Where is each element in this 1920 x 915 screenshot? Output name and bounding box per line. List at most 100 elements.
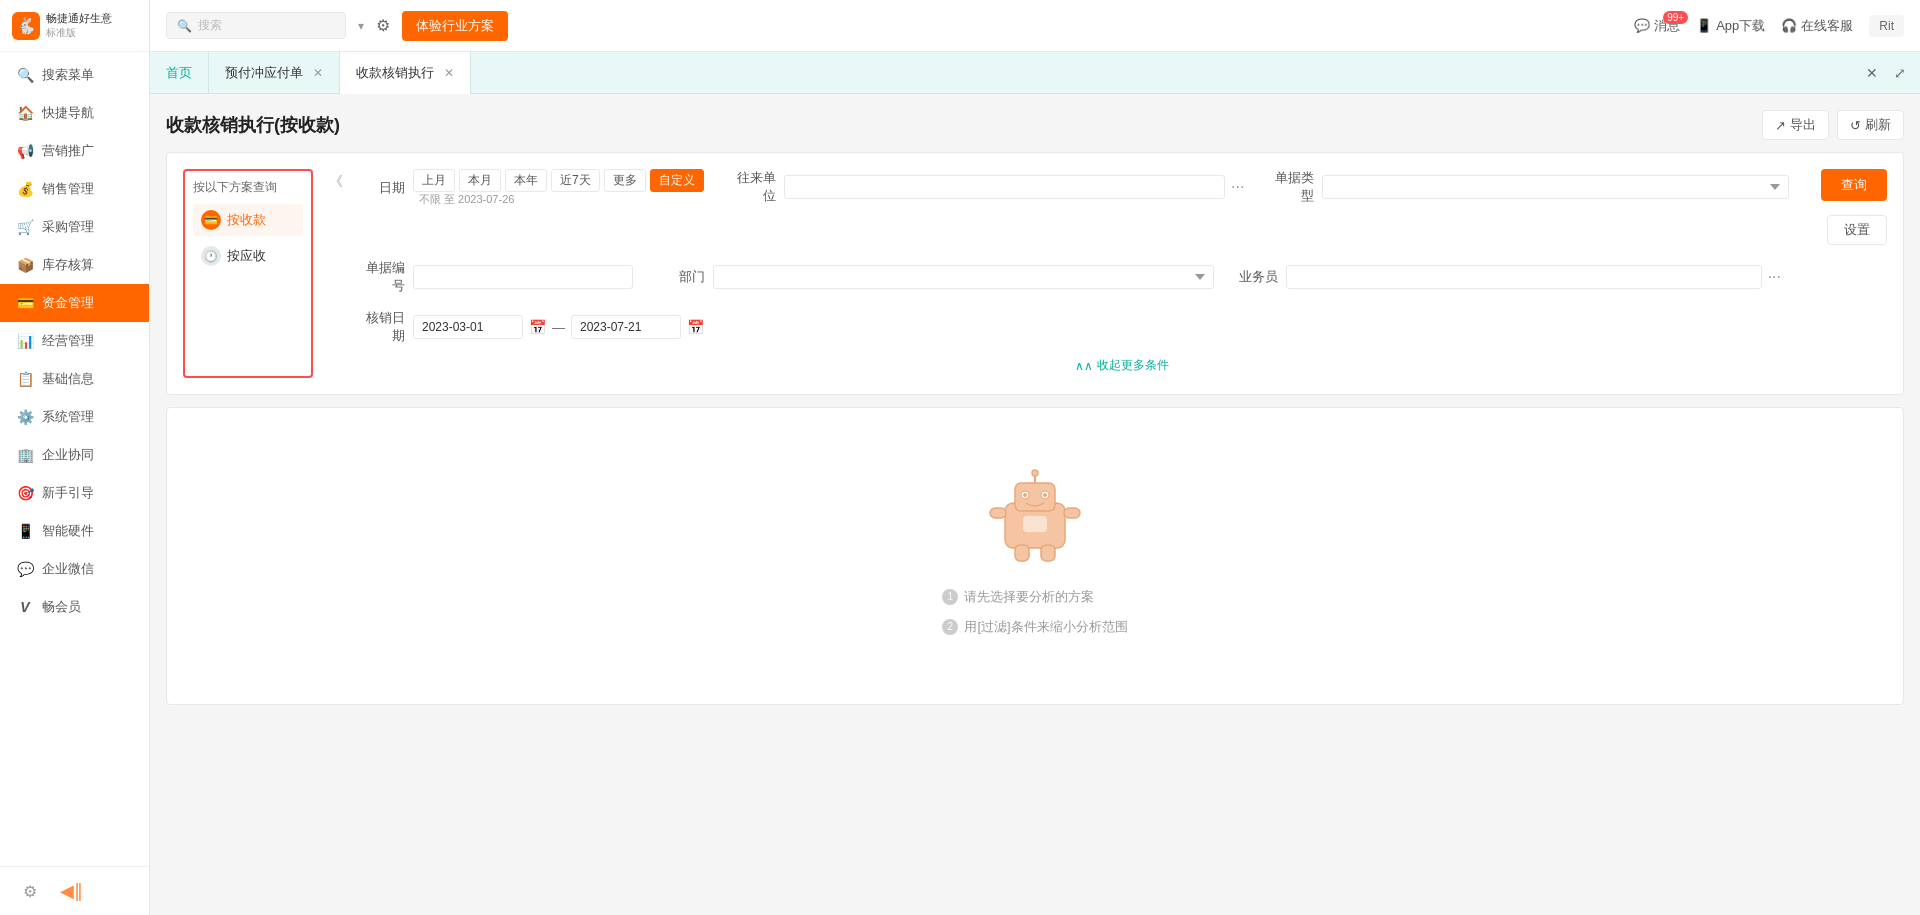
service-label: 在线客服 — [1801, 17, 1853, 35]
counterparty-more-icon[interactable]: ··· — [1225, 179, 1250, 195]
sidebar-item-quick-nav[interactable]: 🏠 快捷导航 — [0, 94, 149, 132]
tab-write-off-close[interactable]: ✕ — [444, 66, 454, 80]
date-btn-last-month[interactable]: 上月 — [413, 169, 455, 192]
tabbar: 首页 预付冲应付单 ✕ 收款核销执行 ✕ ✕ ⤢ — [150, 52, 1920, 94]
empty-tips: 1 请先选择要分析的方案 2 用[过滤]条件来缩小分析范围 — [942, 584, 1127, 644]
tip-num-2: 2 — [942, 619, 958, 635]
date-btn-custom[interactable]: 自定义 — [650, 169, 704, 192]
query-button[interactable]: 查询 — [1821, 169, 1887, 201]
sidebar-item-search[interactable]: 🔍 搜索菜单 — [0, 56, 149, 94]
tab-write-off[interactable]: 收款核销执行 ✕ — [340, 52, 471, 94]
date-btn-7days[interactable]: 近7天 — [551, 169, 600, 192]
sidebar-item-hardware[interactable]: 📱 智能硬件 — [0, 512, 149, 550]
tab-prepay-label: 预付冲应付单 — [225, 64, 303, 82]
staff-more-icon[interactable]: ··· — [1762, 269, 1787, 285]
collapse-icon: 《 — [329, 173, 343, 191]
date-btn-this-month[interactable]: 本月 — [459, 169, 501, 192]
close-all-tabs-button[interactable]: ✕ — [1860, 61, 1884, 85]
quick-nav-icon: 🏠 — [16, 104, 34, 122]
member-icon: V — [16, 598, 34, 616]
app-download-button[interactable]: 📱 App下载 — [1696, 17, 1765, 35]
sidebar-item-label: 基础信息 — [42, 370, 94, 388]
sidebar-item-system[interactable]: ⚙️ 系统管理 — [0, 398, 149, 436]
topbar: 🔍 搜索 ▾ ⚙ 体验行业方案 💬 消息 99+ 📱 App下载 🎧 在线客服 … — [150, 0, 1920, 52]
filter-action-buttons: 查询 设置 — [1821, 169, 1887, 245]
sidebar-item-enterprise[interactable]: 🏢 企业协同 — [0, 436, 149, 474]
sidebar-item-sales[interactable]: 💰 销售管理 — [0, 170, 149, 208]
writeoff-date-separator: — — [552, 320, 565, 335]
filter-collapse-button[interactable]: 《 — [329, 169, 349, 378]
sidebar-item-finance[interactable]: 💳 资金管理 — [0, 284, 149, 322]
tab-home[interactable]: 首页 — [150, 52, 209, 94]
svg-point-4 — [1023, 493, 1027, 497]
sidebar-item-inventory[interactable]: 📦 库存核算 — [0, 246, 149, 284]
refresh-button[interactable]: ↺ 刷新 — [1837, 110, 1904, 140]
industry-solution-button[interactable]: 体验行业方案 — [402, 11, 508, 41]
newbie-icon: 🎯 — [16, 484, 34, 502]
writeoff-start-date[interactable] — [413, 315, 523, 339]
sidebar-item-operations[interactable]: 📊 经营管理 — [0, 322, 149, 360]
sidebar-item-label: 智能硬件 — [42, 522, 94, 540]
sidebar-item-purchase[interactable]: 🛒 采购管理 — [0, 208, 149, 246]
topbar-gear-icon[interactable]: ⚙ — [376, 16, 390, 35]
collapse-more-button[interactable]: ∧∧ 收起更多条件 — [1063, 353, 1181, 378]
sidebar-item-basic-info[interactable]: 📋 基础信息 — [0, 360, 149, 398]
sidebar-item-label: 库存核算 — [42, 256, 94, 274]
filter-option-by-receipt[interactable]: 💳 按收款 — [193, 204, 303, 236]
user-profile-button[interactable]: Rit — [1869, 15, 1904, 37]
writeoff-start-cal-icon[interactable]: 📅 — [529, 319, 546, 335]
app-label: App下载 — [1716, 17, 1765, 35]
enterprise-icon: 🏢 — [16, 446, 34, 464]
refresh-icon: ↺ — [1850, 118, 1861, 133]
logo-name: 畅捷通好生意 — [46, 11, 112, 25]
export-button[interactable]: ↗ 导出 — [1762, 110, 1829, 140]
tab-prepay-close[interactable]: ✕ — [313, 66, 323, 80]
department-select[interactable] — [713, 265, 1214, 289]
online-service-button[interactable]: 🎧 在线客服 — [1781, 17, 1853, 35]
sidebar-item-weixin[interactable]: 💬 企业微信 — [0, 550, 149, 588]
settings-icon[interactable]: ⚙ — [16, 877, 44, 905]
svg-point-7 — [1032, 470, 1038, 476]
sidebar: 🐇 畅捷通好生意 标准版 🔍 搜索菜单 🏠 快捷导航 📢 营销推广 💰 销售管理… — [0, 0, 150, 915]
tabbar-right-controls: ✕ ⤢ — [1860, 61, 1920, 85]
counterparty-input[interactable] — [784, 175, 1225, 199]
staff-input[interactable] — [1286, 265, 1762, 289]
sidebar-item-newbie[interactable]: 🎯 新手引导 — [0, 474, 149, 512]
sidebar-item-marketing[interactable]: 📢 营销推广 — [0, 132, 149, 170]
page-title-bar: 收款核销执行(按收款) ↗ 导出 ↺ 刷新 — [166, 110, 1904, 140]
message-button[interactable]: 💬 消息 99+ — [1634, 17, 1680, 35]
filter-option-receipt-label: 按收款 — [227, 211, 266, 229]
sidebar-item-member[interactable]: V 畅会员 — [0, 588, 149, 626]
sidebar-item-label: 营销推广 — [42, 142, 94, 160]
app-logo: 🐇 畅捷通好生意 标准版 — [0, 0, 149, 52]
sidebar-item-label: 资金管理 — [42, 294, 94, 312]
expand-button[interactable]: ⤢ — [1888, 61, 1912, 85]
setting-button[interactable]: 设置 — [1827, 215, 1887, 245]
receivable-icon: 🕐 — [201, 246, 221, 266]
svg-point-5 — [1043, 493, 1047, 497]
filter-panel: 按以下方案查询 💳 按收款 🕐 按应收 《 日期 — [166, 152, 1904, 395]
basic-info-icon: 📋 — [16, 370, 34, 388]
sidebar-item-label: 经营管理 — [42, 332, 94, 350]
sidebar-collapse-button[interactable]: ◀‖ — [60, 880, 83, 902]
sidebar-item-label: 新手引导 — [42, 484, 94, 502]
date-btn-this-year[interactable]: 本年 — [505, 169, 547, 192]
sidebar-item-label: 采购管理 — [42, 218, 94, 236]
collapse-more-row: ∧∧ 收起更多条件 — [357, 353, 1887, 378]
weixin-icon: 💬 — [16, 560, 34, 578]
collapse-up-icon: ∧∧ — [1075, 359, 1093, 373]
page-actions: ↗ 导出 ↺ 刷新 — [1762, 110, 1904, 140]
doc-number-input[interactable] — [413, 265, 633, 289]
message-badge: 99+ — [1663, 11, 1688, 24]
topbar-search-box[interactable]: 🔍 搜索 — [166, 12, 346, 39]
doc-type-select[interactable] — [1322, 175, 1789, 199]
filter-option-by-receivable[interactable]: 🕐 按应收 — [193, 240, 303, 272]
finance-icon: 💳 — [16, 294, 34, 312]
writeoff-end-cal-icon[interactable]: 📅 — [687, 319, 704, 335]
topbar-dropdown-icon[interactable]: ▾ — [358, 19, 364, 33]
writeoff-end-date[interactable] — [571, 315, 681, 339]
app-icon: 📱 — [1696, 18, 1712, 33]
tip-text-1: 请先选择要分析的方案 — [964, 584, 1094, 610]
date-btn-more[interactable]: 更多 — [604, 169, 646, 192]
tab-prepay[interactable]: 预付冲应付单 ✕ — [209, 52, 340, 94]
